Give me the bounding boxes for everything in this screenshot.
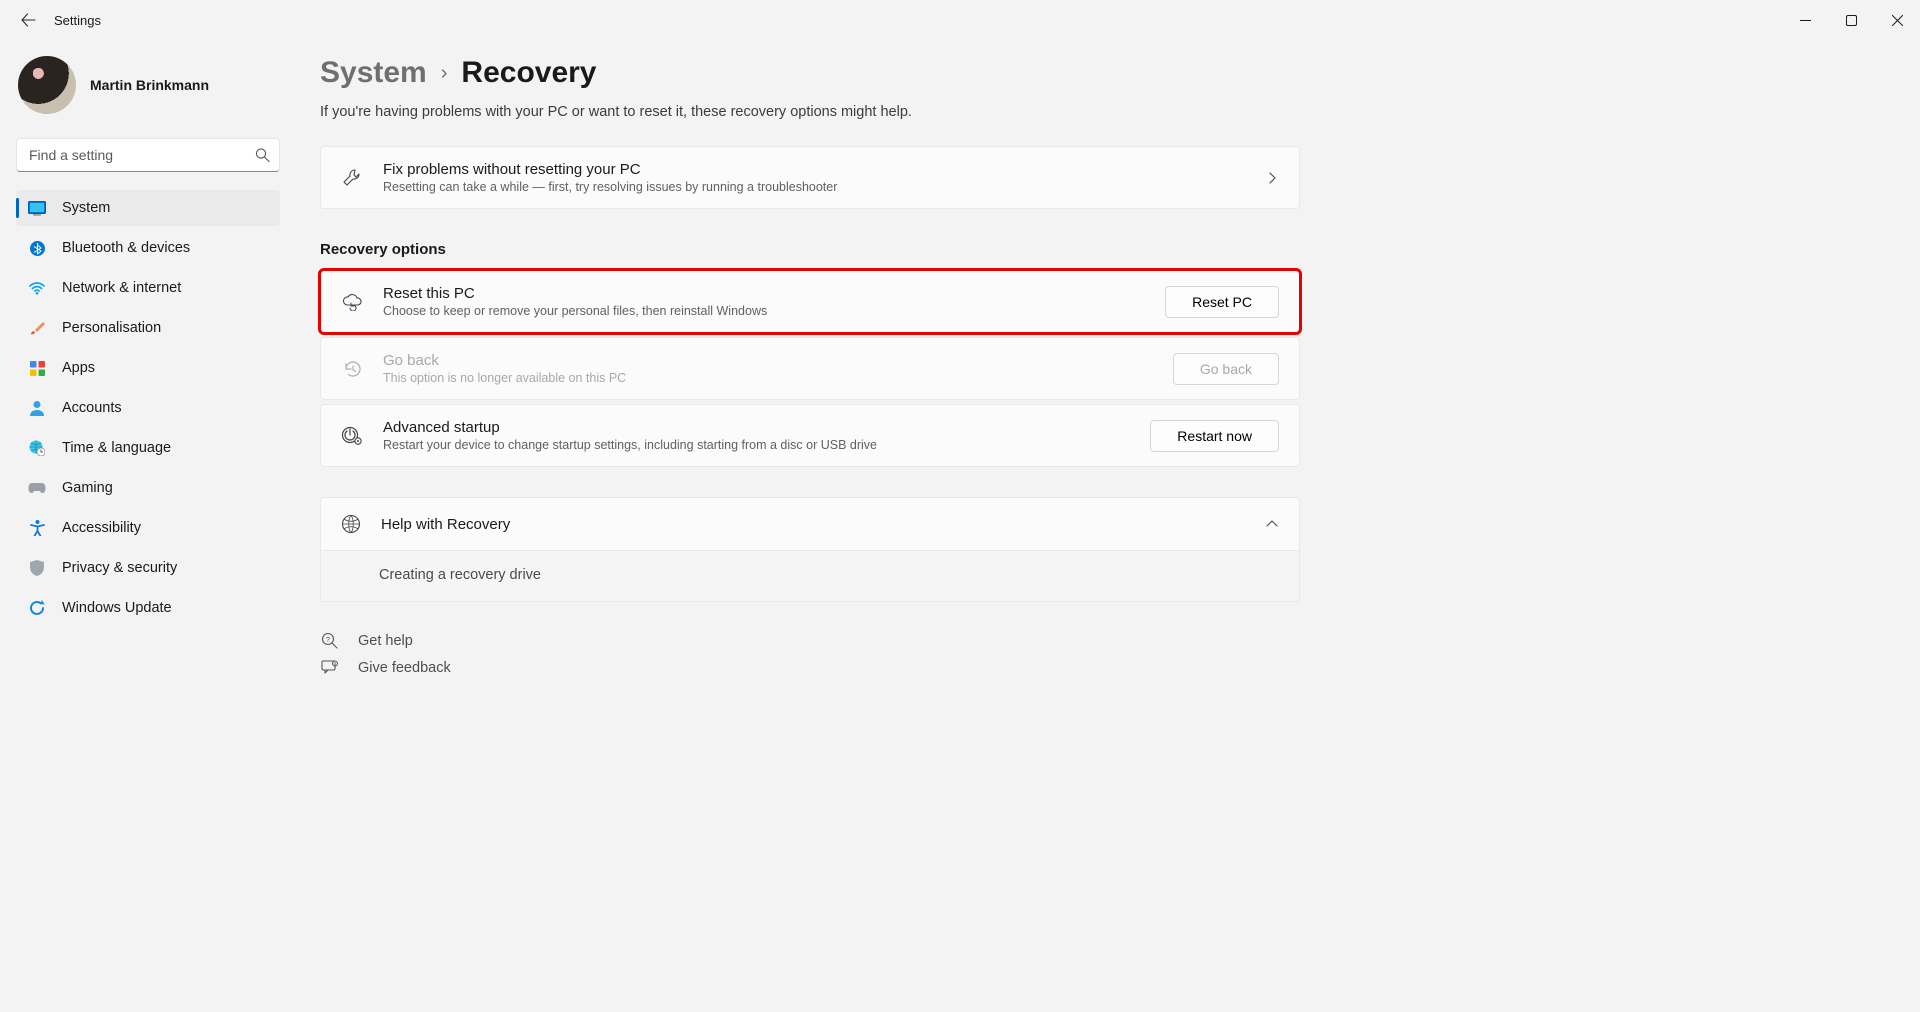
nav-label: Privacy & security [62, 560, 177, 576]
wifi-icon [28, 279, 46, 297]
nav-label: Windows Update [62, 600, 172, 616]
card-title: Advanced startup [383, 419, 1130, 436]
link-label: Give feedback [358, 660, 451, 676]
nav-label: Bluetooth & devices [62, 240, 190, 256]
help-item-recovery-drive[interactable]: Creating a recovery drive [321, 550, 1299, 601]
nav: System Bluetooth & devices Network & int… [16, 190, 300, 626]
nav-label: Accessibility [62, 520, 141, 536]
nav-accounts[interactable]: Accounts [16, 390, 280, 426]
nav-update[interactable]: Windows Update [16, 590, 280, 626]
breadcrumb: System › Recovery [320, 56, 1840, 90]
apps-icon [28, 359, 46, 377]
breadcrumb-current: Recovery [461, 56, 596, 90]
give-feedback-link[interactable]: Give feedback [320, 660, 1840, 676]
search-input[interactable] [16, 138, 280, 172]
sidebar: Martin Brinkmann System Bluetooth & devi… [0, 40, 300, 1012]
nav-gaming[interactable]: Gaming [16, 470, 280, 506]
cloud-reset-icon [341, 293, 363, 311]
nav-label: Accounts [62, 400, 122, 416]
gamepad-icon [28, 479, 46, 497]
titlebar: Settings [0, 0, 1920, 40]
footer-links: ? Get help Give feedback [320, 632, 1840, 676]
bluetooth-icon [28, 239, 46, 257]
go-back-card: Go back This option is no longer availab… [320, 337, 1300, 400]
svg-text:?: ? [326, 637, 330, 644]
feedback-icon [320, 660, 340, 676]
maximize-button[interactable] [1828, 0, 1874, 40]
card-desc: This option is no longer available on th… [383, 371, 1153, 385]
wrench-icon [341, 168, 363, 188]
nav-label: Apps [62, 360, 95, 376]
nav-label: Time & language [62, 440, 171, 456]
main: System › Recovery If you're having probl… [300, 40, 1920, 1012]
advanced-startup-card: Advanced startup Restart your device to … [320, 404, 1300, 467]
reset-pc-button[interactable]: Reset PC [1165, 286, 1279, 318]
update-icon [28, 599, 46, 617]
avatar [18, 56, 76, 114]
help-title: Help with Recovery [381, 516, 1245, 533]
history-icon [341, 359, 363, 379]
help-icon: ? [320, 632, 340, 650]
search-box [16, 138, 280, 172]
nav-label: Gaming [62, 480, 113, 496]
nav-privacy[interactable]: Privacy & security [16, 550, 280, 586]
card-title: Go back [383, 352, 1153, 369]
recovery-options-heading: Recovery options [320, 241, 1840, 258]
card-title: Reset this PC [383, 285, 1145, 302]
nav-label: Network & internet [62, 280, 181, 296]
nav-accessibility[interactable]: Accessibility [16, 510, 280, 546]
restart-now-button[interactable]: Restart now [1150, 420, 1279, 452]
card-title: Fix problems without resetting your PC [383, 161, 1245, 178]
breadcrumb-parent[interactable]: System [320, 56, 427, 90]
page-subtitle: If you're having problems with your PC o… [320, 104, 1840, 120]
minimize-icon [1800, 15, 1811, 26]
nav-system[interactable]: System [16, 190, 280, 226]
accessibility-icon [28, 519, 46, 537]
globe-help-icon [341, 514, 361, 534]
link-label: Get help [358, 633, 413, 649]
nav-time[interactable]: Time & language [16, 430, 280, 466]
user-block[interactable]: Martin Brinkmann [16, 48, 300, 134]
card-desc: Choose to keep or remove your personal f… [383, 304, 1145, 318]
power-gear-icon [341, 426, 363, 446]
nav-apps[interactable]: Apps [16, 350, 280, 386]
nav-label: Personalisation [62, 320, 161, 336]
help-section: Help with Recovery Creating a recovery d… [320, 497, 1300, 602]
search-icon [255, 148, 270, 163]
arrow-left-icon [20, 12, 36, 28]
nav-label: System [62, 200, 110, 216]
close-button[interactable] [1874, 0, 1920, 40]
chevron-up-icon [1265, 517, 1279, 531]
person-icon [28, 399, 46, 417]
get-help-link[interactable]: ? Get help [320, 632, 1840, 650]
window-title: Settings [54, 13, 101, 28]
reset-pc-card: Reset this PC Choose to keep or remove y… [320, 270, 1300, 333]
back-button[interactable] [8, 0, 48, 40]
card-desc: Resetting can take a while — first, try … [383, 180, 1245, 194]
maximize-icon [1846, 15, 1857, 26]
chevron-right-icon: › [441, 62, 448, 85]
globe-clock-icon [28, 439, 46, 457]
fix-problems-card[interactable]: Fix problems without resetting your PC R… [320, 146, 1300, 209]
go-back-button: Go back [1173, 353, 1279, 385]
card-desc: Restart your device to change startup se… [383, 438, 1130, 452]
minimize-button[interactable] [1782, 0, 1828, 40]
nav-network[interactable]: Network & internet [16, 270, 280, 306]
nav-bluetooth[interactable]: Bluetooth & devices [16, 230, 280, 266]
display-icon [28, 199, 46, 217]
chevron-right-icon [1265, 171, 1279, 185]
user-name: Martin Brinkmann [90, 77, 209, 93]
shield-icon [28, 559, 46, 577]
help-expander[interactable]: Help with Recovery [321, 498, 1299, 550]
nav-personalisation[interactable]: Personalisation [16, 310, 280, 346]
brush-icon [28, 319, 46, 337]
window-controls [1782, 0, 1920, 40]
close-icon [1892, 15, 1903, 26]
